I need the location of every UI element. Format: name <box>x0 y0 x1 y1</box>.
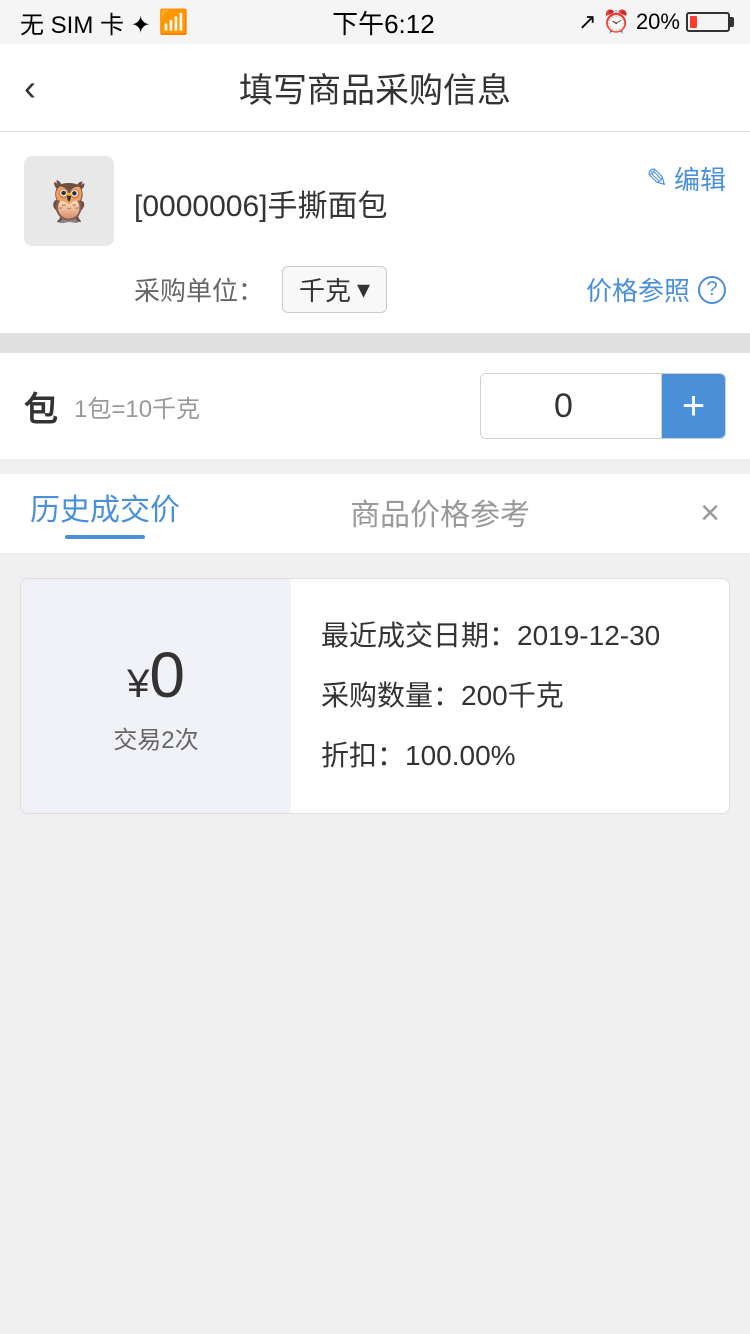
back-button[interactable]: ‹ <box>24 67 36 109</box>
recent-date-row: 最近成交日期：2019-12-30 <box>321 615 699 657</box>
help-icon: ? <box>698 276 726 304</box>
page-title: 填写商品采购信息 <box>239 63 511 112</box>
tab-active-indicator <box>65 535 145 539</box>
discount-row: 折扣：100.00% <box>321 735 699 777</box>
tabs-close-button[interactable]: × <box>700 494 720 533</box>
quantity-unit-tag: 包 <box>24 382 58 431</box>
dropdown-icon: ▾ <box>357 274 370 305</box>
product-left: 🦉 [0000006]手撕面包 <box>24 156 387 246</box>
price-ref-label: 价格参照 <box>586 271 690 308</box>
recent-date-value: 2019-12-30 <box>517 620 660 651</box>
purchase-quantity-value: 200千克 <box>461 680 564 711</box>
edit-button[interactable]: ✎ 编辑 <box>646 160 726 197</box>
tabs-row: 历史成交价 商品价格参考 × <box>0 474 750 554</box>
quantity-input[interactable] <box>481 374 661 438</box>
product-id: [0000006] <box>134 190 267 223</box>
card-left: ¥0 交易2次 <box>21 579 291 813</box>
quantity-input-area: + <box>480 373 726 439</box>
status-right: ↗ ⏰ 20% <box>578 9 730 35</box>
quantity-conversion: 1包=10千克 <box>74 389 200 424</box>
alarm-icon: ⏰ <box>603 9 630 35</box>
product-title: 手撕面包 <box>267 190 387 223</box>
product-logo-icon: 🦉 <box>44 178 94 225</box>
price-transactions: 交易2次 <box>113 720 198 755</box>
product-image: 🦉 <box>24 156 114 246</box>
nav-bar: ‹ 填写商品采购信息 <box>0 44 750 132</box>
location-icon: ↗ <box>578 9 596 35</box>
product-unit-row: 采购单位： 千克 ▾ 价格参照 ? <box>24 266 726 313</box>
currency-symbol: ¥ <box>127 662 149 706</box>
unit-label: 采购单位： <box>134 271 264 308</box>
status-left: 无 SIM 卡 ✦ 📶 <box>20 5 189 40</box>
unit-value: 千克 <box>299 271 351 308</box>
tab-product-price-ref-label: 商品价格参考 <box>350 490 530 534</box>
tab-history-price-label: 历史成交价 <box>30 485 180 529</box>
tab-history-price[interactable]: 历史成交价 <box>30 485 180 543</box>
card-area: ¥0 交易2次 最近成交日期：2019-12-30 采购数量：200千克 折扣：… <box>0 554 750 838</box>
price-ref-button[interactable]: 价格参照 ? <box>586 271 726 308</box>
status-bar: 无 SIM 卡 ✦ 📶 下午6:12 ↗ ⏰ 20% <box>0 0 750 44</box>
product-section: 🦉 [0000006]手撕面包 ✎ 编辑 采购单位： 千克 ▾ 价格参照 ? <box>0 132 750 333</box>
quantity-left: 包 1包=10千克 <box>24 382 200 431</box>
section-divider <box>0 333 750 353</box>
carrier-text: 无 SIM 卡 ✦ <box>20 5 151 40</box>
card-right: 最近成交日期：2019-12-30 采购数量：200千克 折扣：100.00% <box>291 579 729 813</box>
price-card: ¥0 交易2次 最近成交日期：2019-12-30 采购数量：200千克 折扣：… <box>20 578 730 814</box>
purchase-quantity-row: 采购数量：200千克 <box>321 675 699 717</box>
price-display: ¥0 <box>127 638 185 712</box>
wifi-icon: 📶 <box>159 8 189 37</box>
battery-percent: 20% <box>636 9 680 35</box>
quantity-section: 包 1包=10千克 + <box>0 353 750 459</box>
purchase-quantity-label: 采购数量： <box>321 680 461 711</box>
product-name: [0000006]手撕面包 <box>134 181 387 225</box>
battery-icon <box>686 12 730 32</box>
status-time: 下午6:12 <box>332 4 435 41</box>
product-header: 🦉 [0000006]手撕面包 ✎ 编辑 <box>24 156 726 246</box>
discount-value: 100.00% <box>405 740 516 771</box>
recent-date-label: 最近成交日期： <box>321 620 517 651</box>
unit-select[interactable]: 千克 ▾ <box>282 266 387 313</box>
quantity-plus-button[interactable]: + <box>661 374 725 438</box>
edit-label: 编辑 <box>674 160 726 197</box>
edit-icon: ✎ <box>646 163 668 194</box>
tabs-section: 历史成交价 商品价格参考 × <box>0 473 750 554</box>
price-value-number: 0 <box>149 639 185 711</box>
tab-product-price-ref[interactable]: 商品价格参考 <box>350 490 530 538</box>
discount-label: 折扣： <box>321 740 405 771</box>
main-content: 历史成交价 商品价格参考 × ¥0 交易2次 最近成交日期：2019-12-30 <box>0 473 750 1073</box>
